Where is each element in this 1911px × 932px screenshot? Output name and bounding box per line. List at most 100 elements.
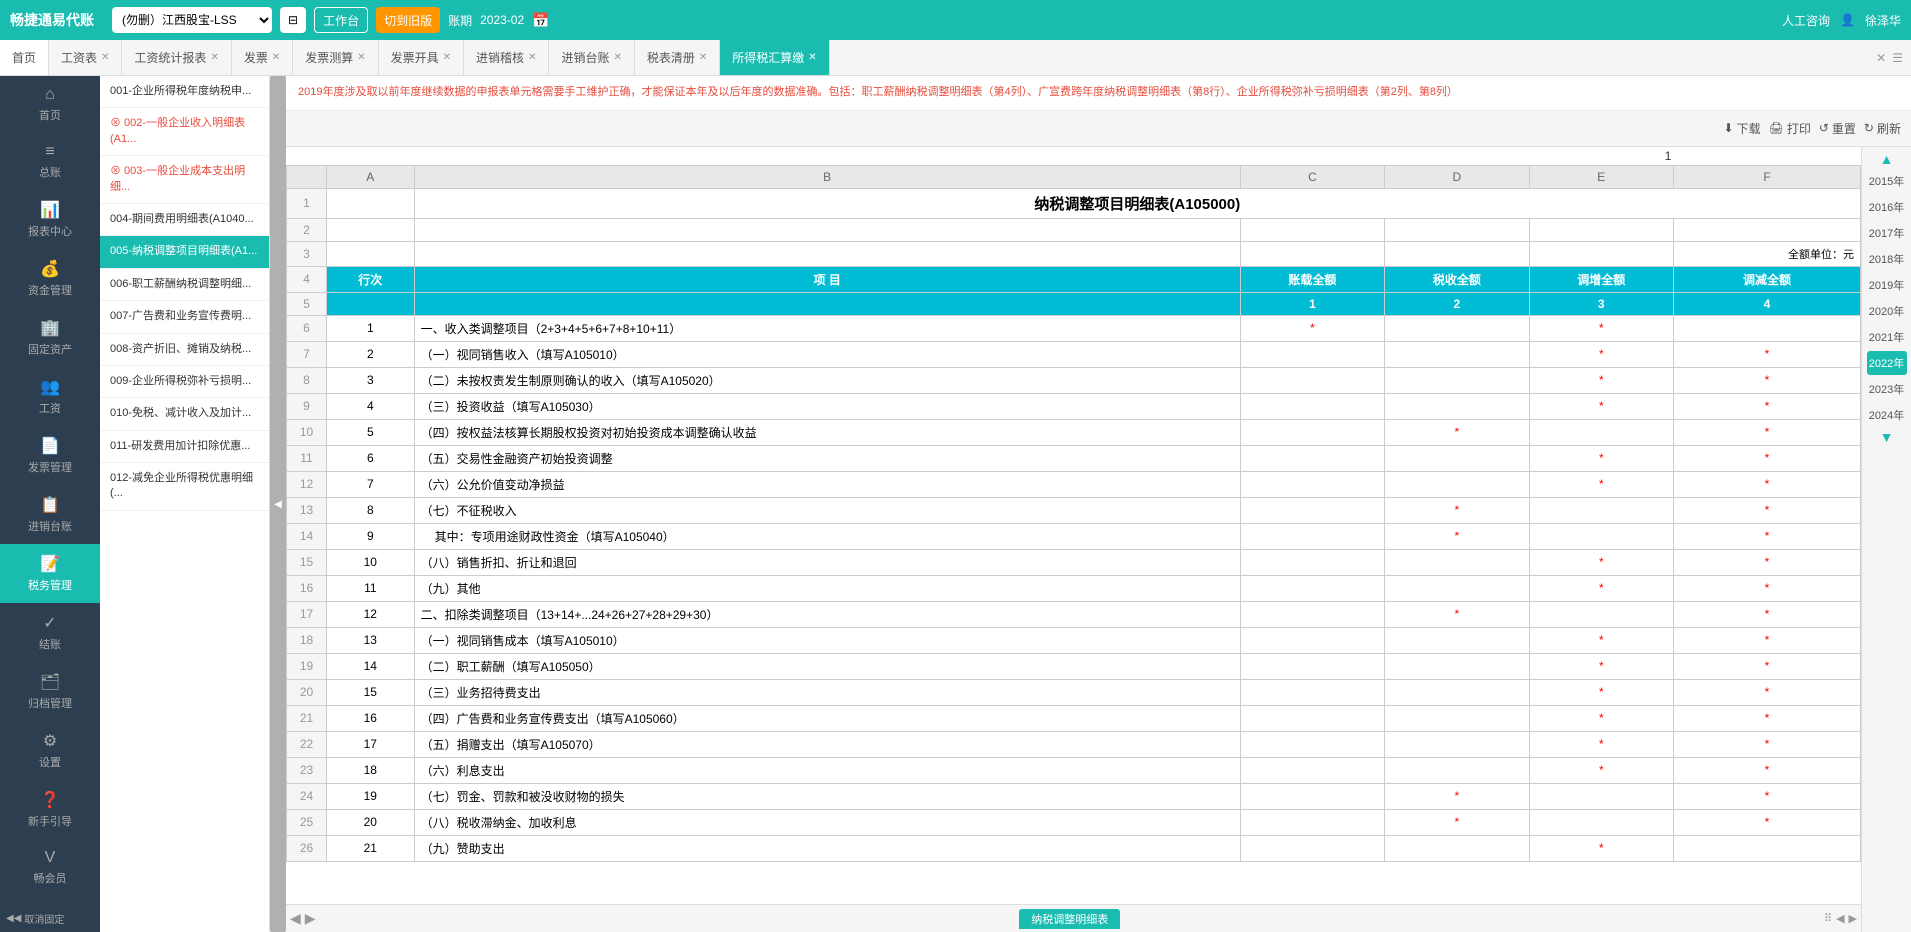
- switch-btn[interactable]: 切到旧版: [376, 7, 440, 33]
- row-c4[interactable]: *: [1673, 367, 1860, 393]
- row-c2[interactable]: [1385, 705, 1529, 731]
- row-c3[interactable]: *: [1529, 367, 1673, 393]
- row-c1[interactable]: [1240, 393, 1384, 419]
- row-project[interactable]: （一）视同销售收入（填写A105010）: [414, 341, 1240, 367]
- sidebar-item-settlement[interactable]: ✓ 结账: [0, 603, 100, 662]
- sidebar-item-guide[interactable]: ❓ 新手引导: [0, 780, 100, 839]
- row-c1[interactable]: [1240, 601, 1384, 627]
- row-c2[interactable]: [1385, 575, 1529, 601]
- year-btn-2017[interactable]: 2017年: [1867, 221, 1907, 245]
- row-c4[interactable]: *: [1673, 523, 1860, 549]
- row-c1[interactable]: [1240, 367, 1384, 393]
- row-c1[interactable]: [1240, 341, 1384, 367]
- row-c4[interactable]: *: [1673, 445, 1860, 471]
- row-project[interactable]: （一）视同销售成本（填写A105010）: [414, 627, 1240, 653]
- row-project[interactable]: 其中：专项用途财政性资金（填写A105040）: [414, 523, 1240, 549]
- tab-income-tax[interactable]: 所得税汇算缴 ✕: [720, 40, 829, 75]
- row-c1[interactable]: *: [1240, 315, 1384, 341]
- year-btn-2021[interactable]: 2021年: [1867, 325, 1907, 349]
- sidebar-item-home[interactable]: ⌂ 首页: [0, 76, 100, 133]
- tab-tax-table[interactable]: 税表清册 ✕: [635, 40, 720, 75]
- bottom-tab-sheet[interactable]: 纳税调整明细表: [1019, 909, 1120, 929]
- tab-close-invoice-calc[interactable]: ✕: [357, 52, 365, 63]
- tab-home[interactable]: 首页: [0, 40, 49, 75]
- sidebar-item-assets[interactable]: 🏢 固定资产: [0, 308, 100, 367]
- sidebar-item-archive[interactable]: 🗂 归档管理: [0, 662, 100, 721]
- row-c4[interactable]: *: [1673, 731, 1860, 757]
- scroll-left-icon[interactable]: ◀: [290, 910, 301, 927]
- sidebar-item-tax-mgmt[interactable]: 📝 税务管理: [0, 544, 100, 603]
- row-c1[interactable]: [1240, 835, 1384, 861]
- row-c4[interactable]: *: [1673, 575, 1860, 601]
- row-project[interactable]: 二、扣除类调整项目（13+14+...24+26+27+28+29+30）: [414, 601, 1240, 627]
- left-panel-item-006[interactable]: 006-职工薪酬纳税调整明细...: [100, 269, 269, 301]
- row-c4[interactable]: *: [1673, 601, 1860, 627]
- row-c2[interactable]: [1385, 445, 1529, 471]
- row-c4[interactable]: *: [1673, 627, 1860, 653]
- row-c3[interactable]: [1529, 601, 1673, 627]
- row-project[interactable]: （二）未按权责发生制原则确认的收入（填写A105020）: [414, 367, 1240, 393]
- row-c4[interactable]: *: [1673, 549, 1860, 575]
- row-project[interactable]: （六）公允价值变动净损益: [414, 471, 1240, 497]
- row-c3[interactable]: *: [1529, 341, 1673, 367]
- row-c4[interactable]: [1673, 835, 1860, 861]
- row-project[interactable]: （七）罚金、罚款和被没收财物的损失: [414, 783, 1240, 809]
- row-project[interactable]: （五）交易性金融资产初始投资调整: [414, 445, 1240, 471]
- row-c2[interactable]: [1385, 653, 1529, 679]
- sheet-scroll-left[interactable]: ◀: [1836, 912, 1844, 925]
- left-panel-item-002[interactable]: ⊗ 002-一般企业收入明细表(A1...: [100, 108, 269, 156]
- tab-close-purchase-sales[interactable]: ✕: [528, 52, 536, 63]
- row-c1[interactable]: [1240, 471, 1384, 497]
- row-c2[interactable]: [1385, 315, 1529, 341]
- row-c3[interactable]: *: [1529, 575, 1673, 601]
- tab-menu-icon[interactable]: ☰: [1892, 51, 1903, 65]
- year-btn-2024[interactable]: 2024年: [1867, 403, 1907, 427]
- row-c1[interactable]: [1240, 419, 1384, 445]
- sidebar-item-invoice-mgmt[interactable]: 📄 发票管理: [0, 426, 100, 485]
- row-project[interactable]: 一、收入类调整项目（2+3+4+5+6+7+8+10+11）: [414, 315, 1240, 341]
- row-c3[interactable]: *: [1529, 679, 1673, 705]
- row-c4[interactable]: *: [1673, 471, 1860, 497]
- refresh-btn[interactable]: ↻ 刷新: [1864, 120, 1901, 137]
- tab-invoice[interactable]: 发票 ✕: [232, 40, 293, 75]
- row-c4[interactable]: *: [1673, 393, 1860, 419]
- row-c2[interactable]: *: [1385, 783, 1529, 809]
- row-c4[interactable]: *: [1673, 679, 1860, 705]
- row-c1[interactable]: [1240, 549, 1384, 575]
- row-c2[interactable]: [1385, 679, 1529, 705]
- row-c3[interactable]: *: [1529, 549, 1673, 575]
- company-select[interactable]: (勿删）江西股宝-LSS: [112, 7, 272, 33]
- row-c1[interactable]: [1240, 497, 1384, 523]
- reset-btn[interactable]: ↺ 重置: [1819, 120, 1856, 137]
- row-c2[interactable]: [1385, 731, 1529, 757]
- row-c3[interactable]: *: [1529, 445, 1673, 471]
- toggle-panel-btn[interactable]: ◀: [270, 76, 286, 932]
- row-c3[interactable]: *: [1529, 835, 1673, 861]
- row-c2[interactable]: *: [1385, 419, 1529, 445]
- sidebar-item-finance[interactable]: 💰 资金管理: [0, 249, 100, 308]
- row-c4[interactable]: *: [1673, 341, 1860, 367]
- row-c1[interactable]: [1240, 783, 1384, 809]
- row-c3[interactable]: [1529, 783, 1673, 809]
- copy-btn[interactable]: ⊟: [280, 7, 306, 33]
- close-all-icon[interactable]: ✕: [1876, 51, 1886, 65]
- sidebar-item-general-ledger[interactable]: ≡ 总账: [0, 133, 100, 190]
- year-btn-2016[interactable]: 2016年: [1867, 195, 1907, 219]
- row-c2[interactable]: [1385, 341, 1529, 367]
- tab-salary[interactable]: 工资表 ✕: [49, 40, 122, 75]
- left-panel-item-009[interactable]: 009-企业所得税弥补亏损明...: [100, 366, 269, 398]
- tab-invoice-calc[interactable]: 发票测算 ✕: [293, 40, 378, 75]
- year-btn-2020[interactable]: 2020年: [1867, 299, 1907, 323]
- row-c3[interactable]: [1529, 809, 1673, 835]
- scroll-right-icon[interactable]: ▶: [305, 910, 316, 927]
- sidebar-item-salary[interactable]: 👥 工资: [0, 367, 100, 426]
- tab-close-salary[interactable]: ✕: [101, 52, 109, 63]
- download-btn[interactable]: ⬇ 下载: [1724, 120, 1761, 137]
- tab-close-tax-table[interactable]: ✕: [699, 52, 707, 63]
- row-c3[interactable]: *: [1529, 757, 1673, 783]
- row-project[interactable]: （三）业务招待费支出: [414, 679, 1240, 705]
- year-btn-2023[interactable]: 2023年: [1867, 377, 1907, 401]
- row-c2[interactable]: *: [1385, 809, 1529, 835]
- left-panel-item-005[interactable]: 005-纳税调整项目明细表(A1...: [100, 236, 269, 268]
- row-project[interactable]: （四）按权益法核算长期股权投资对初始投资成本调整确认收益: [414, 419, 1240, 445]
